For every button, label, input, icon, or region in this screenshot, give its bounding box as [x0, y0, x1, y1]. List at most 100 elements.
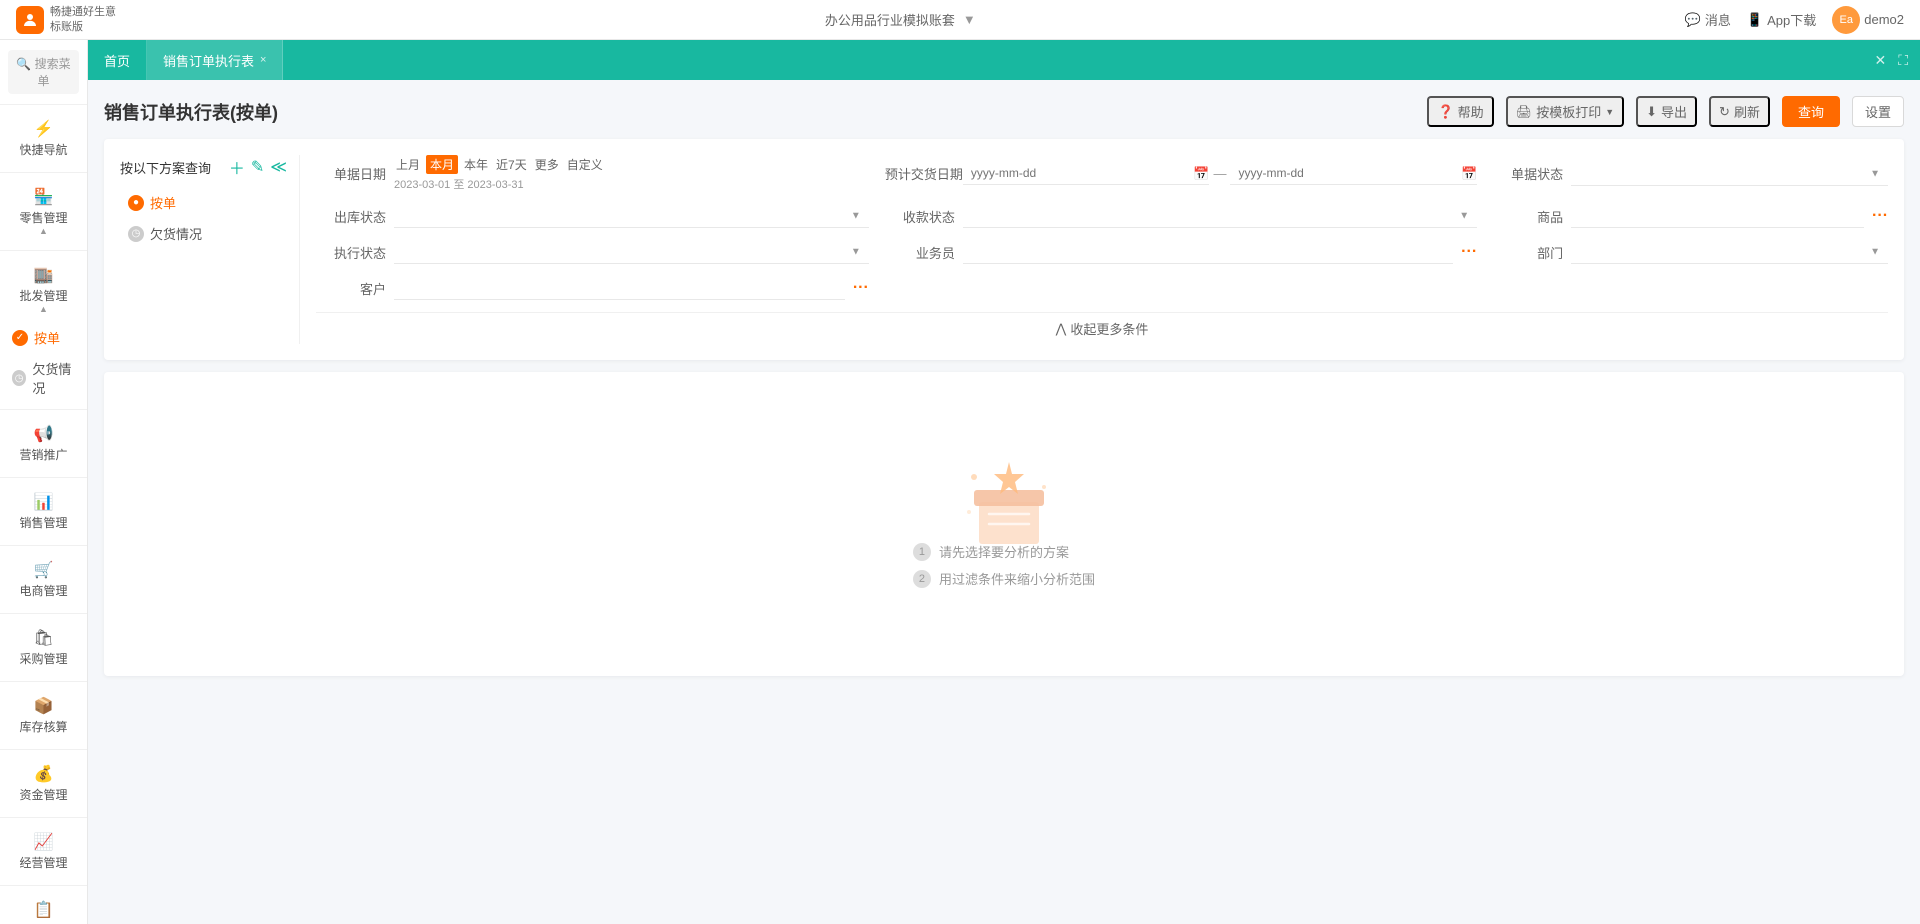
filter-row-3: 执行状态 ▼ 业务员 — [316, 240, 1888, 264]
status-select[interactable] — [1571, 162, 1888, 186]
download-icon: 📱 — [1747, 12, 1763, 28]
page-header-actions: ❓ 帮助 🖨 按模板打印 ▼ ⬇ 导出 ↻ 刷新 — [1427, 96, 1904, 127]
print-button[interactable]: 🖨 按模板打印 ▼ — [1506, 96, 1624, 127]
expected-date-end-input[interactable] — [1230, 162, 1476, 185]
sidebar-item-quick-nav[interactable]: ⚡ 快捷导航 — [0, 111, 87, 166]
marketing-section: 📢 营销推广 — [0, 410, 87, 478]
add-scheme-icon[interactable]: ＋ — [229, 155, 245, 179]
dept-select[interactable] — [1571, 240, 1888, 264]
customer-ellipsis-btn[interactable]: ··· — [853, 279, 869, 297]
filter-option-arrears[interactable]: ◷ 欠货情况 — [120, 218, 287, 249]
tab-bar-actions: ✕ ⛶ — [1862, 52, 1920, 69]
filter-row-4: 客户 ··· — [316, 276, 1888, 300]
date-range-display: 2023-03-01 至 2023-03-31 — [394, 176, 869, 192]
sidebar-item-inventory[interactable]: 📦 库存核算 — [0, 688, 87, 743]
salesperson-ellipsis-btn[interactable]: ··· — [1461, 243, 1477, 261]
tab-expand-icon[interactable]: ⛶ — [1898, 52, 1908, 69]
right-panel: 首页 销售订单执行表 × ✕ ⛶ 销售订单执行表(按单) ❓ 帮助 — [88, 40, 1920, 924]
filter-field-date: 单据日期 上月 本月 本年 近7天 更多 自定义 — [316, 155, 869, 192]
empty-step-2: 2 用过滤条件来缩小分析范围 — [913, 569, 1095, 588]
date-shortcut-7days[interactable]: 近7天 — [494, 155, 529, 174]
date-field-content: 上月 本月 本年 近7天 更多 自定义 2023-03-01 至 2023-03… — [394, 155, 869, 192]
filter-panel: 按以下方案查询 ＋ ✎ ≪ ● 按单 ◷ — [104, 139, 1904, 360]
goods-ellipsis-btn[interactable]: ··· — [1872, 207, 1888, 225]
wholesale-icon: 🏬 — [34, 265, 54, 285]
sidebar-item-retail-mgmt[interactable]: 🏪 零售管理 ▲ — [0, 179, 87, 244]
filter-field-expected-date: 预计交货日期 📅 — 📅 — [885, 162, 1477, 185]
header-left: 畅捷通好生意 标账版 — [16, 5, 116, 34]
sidebar-item-wholesale-mgmt[interactable]: 🏬 批发管理 ▲ — [0, 257, 87, 322]
sidebar-item-marketing[interactable]: 📢 营销推广 — [0, 416, 87, 471]
step-2-number: 2 — [913, 570, 931, 588]
sidebar-item-ecommerce[interactable]: 🛒 电商管理 — [0, 552, 87, 607]
finance-icon: 💰 — [34, 764, 54, 784]
edit-scheme-icon[interactable]: ✎ — [251, 157, 264, 177]
sidebar-sub-arrears[interactable]: ◷ 欠货情况 — [0, 353, 87, 403]
receipt-status-select[interactable] — [963, 204, 1477, 228]
wholesale-arrow: ▲ — [39, 304, 48, 314]
calendar-start-icon[interactable]: 📅 — [1193, 166, 1209, 182]
filter-sidebar-actions: ＋ ✎ ≪ — [229, 155, 287, 179]
out-status-label: 出库状态 — [316, 207, 386, 226]
tab-home[interactable]: 首页 — [88, 40, 147, 80]
filter-option-order[interactable]: ● 按单 — [120, 187, 287, 218]
receipt-status-select-wrapper: ▼ — [963, 204, 1477, 228]
collapse-sidebar-icon[interactable]: ≪ — [270, 157, 287, 177]
date-shortcut-this-month[interactable]: 本月 — [426, 155, 458, 174]
retail-section: 🏪 零售管理 ▲ — [0, 173, 87, 251]
message-action[interactable]: 💬 消息 — [1685, 10, 1731, 29]
salesperson-input[interactable] — [963, 240, 1453, 264]
tab-close-window-icon[interactable]: ✕ — [1874, 52, 1886, 69]
main-layout: 🔍 搜索菜单 ⚡ 快捷导航 🏪 零售管理 ▲ 🏬 批发管理 ▲ ✓ — [0, 40, 1920, 924]
refresh-button[interactable]: ↻ 刷新 — [1709, 96, 1770, 127]
date-shortcuts: 上月 本月 本年 近7天 更多 自定义 — [394, 155, 869, 174]
purchase-icon: 🛍 — [33, 628, 53, 648]
sidebar-item-basic-info[interactable]: 📋 基础信息 — [0, 892, 87, 924]
breadcrumb-arrow[interactable]: ▼ — [963, 12, 976, 27]
filter-row-1: 单据日期 上月 本月 本年 近7天 更多 自定义 — [316, 155, 1888, 192]
filter-field-customer: 客户 ··· — [316, 276, 869, 300]
receipt-status-label: 收款状态 — [885, 207, 955, 226]
settings-button[interactable]: 设置 — [1852, 96, 1904, 127]
date-shortcut-more[interactable]: 更多 — [533, 155, 561, 174]
sidebar-item-finance[interactable]: 💰 资金管理 — [0, 756, 87, 811]
date-shortcut-this-year[interactable]: 本年 — [462, 155, 490, 174]
dept-label: 部门 — [1493, 243, 1563, 262]
out-status-select[interactable] — [394, 204, 869, 228]
status-label: 单据状态 — [1493, 164, 1563, 183]
print-dropdown-icon: ▼ — [1605, 107, 1614, 117]
date-label: 单据日期 — [316, 164, 386, 183]
collapse-filters-button[interactable]: ⋀ 收起更多条件 — [316, 312, 1888, 344]
header-right: 💬 消息 📱 App下载 Ea demo2 — [1685, 6, 1904, 34]
basic-info-section: 📋 基础信息 — [0, 886, 87, 924]
date-shortcut-last-month[interactable]: 上月 — [394, 155, 422, 174]
tab-sales-order-exec[interactable]: 销售订单执行表 × — [147, 40, 283, 80]
app-download-action[interactable]: 📱 App下载 — [1747, 10, 1816, 29]
sidebar-item-sales-mgmt[interactable]: 📊 销售管理 — [0, 484, 87, 539]
exec-status-select[interactable] — [394, 240, 869, 264]
tab-close-icon[interactable]: × — [260, 54, 266, 66]
operations-section: 📈 经营管理 — [0, 818, 87, 886]
sidebar-item-operations[interactable]: 📈 经营管理 — [0, 824, 87, 879]
filter-field-status: 单据状态 ▼ — [1493, 162, 1888, 186]
sidebar-item-purchase[interactable]: 🛍 采购管理 — [0, 620, 87, 675]
export-button[interactable]: ⬇ 导出 — [1636, 96, 1697, 127]
search-menu-button[interactable]: 🔍 搜索菜单 — [8, 50, 79, 94]
help-button[interactable]: ❓ 帮助 — [1427, 96, 1493, 127]
goods-input[interactable] — [1571, 204, 1864, 228]
ecommerce-icon: 🛒 — [34, 560, 54, 580]
arrears-scheme-icon: ◷ — [128, 226, 144, 242]
status-select-wrapper: ▼ — [1571, 162, 1888, 186]
arrears-icon: ◷ — [12, 370, 26, 386]
filter-row-2: 出库状态 ▼ 收款状态 — [316, 204, 1888, 228]
retail-arrow: ▲ — [39, 226, 48, 236]
sidebar-sub-order[interactable]: ✓ 按单 — [0, 322, 87, 353]
user-profile[interactable]: Ea demo2 — [1832, 6, 1904, 34]
query-button[interactable]: 查询 — [1782, 96, 1840, 127]
customer-input[interactable] — [394, 276, 845, 300]
empty-state-icon — [959, 452, 1049, 542]
expected-date-start-input[interactable] — [963, 162, 1209, 185]
date-shortcut-custom[interactable]: 自定义 — [565, 155, 605, 174]
calendar-end-icon[interactable]: 📅 — [1461, 166, 1477, 182]
logo-area: 畅捷通好生意 标账版 — [16, 5, 116, 34]
